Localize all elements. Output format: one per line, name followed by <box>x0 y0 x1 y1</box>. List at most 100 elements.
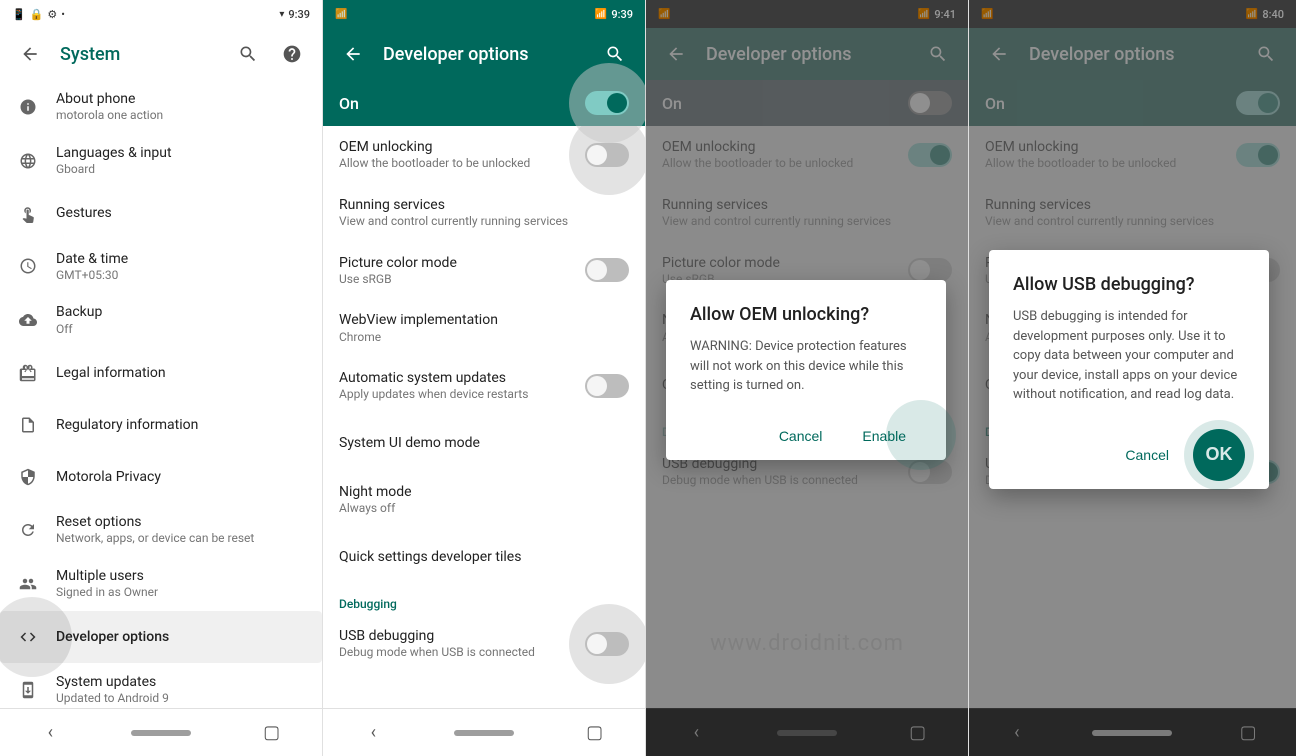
auto-updates-item[interactable]: Automatic system updates Apply updates w… <box>323 357 645 415</box>
usb-dialog-body: USB debugging is intended for developmen… <box>1013 307 1245 405</box>
panel-system-settings: 📱 🔒 ⚙ • ▾ 9:39 System <box>0 0 323 756</box>
lang-subtitle: Gboard <box>56 162 306 178</box>
status-left-icons: 📱 🔒 ⚙ • <box>12 8 65 21</box>
reg-title: Regulatory information <box>56 416 306 434</box>
night-mode-subtitle: Always off <box>339 501 629 517</box>
picture-color-title: Picture color mode <box>339 254 573 272</box>
oem-cancel-button[interactable]: Cancel <box>763 420 839 452</box>
reset-title: Reset options <box>56 513 306 531</box>
legal-icon <box>16 361 40 385</box>
usb-cancel-button[interactable]: Cancel <box>1109 439 1185 471</box>
menu-users-text: Multiple users Signed in as Owner <box>56 567 306 601</box>
enable-ripple <box>886 400 956 470</box>
back-button-1[interactable] <box>12 36 48 72</box>
status-bar-2: 📶 📶 9:39 <box>323 0 645 28</box>
quick-settings-tiles-item[interactable]: Quick settings developer tiles <box>323 529 645 585</box>
dev-options-list-1: OEM unlocking Allow the bootloader to be… <box>323 126 645 708</box>
oem-unlock-item[interactable]: OEM unlocking Allow the bootloader to be… <box>323 126 645 184</box>
lock-icon: 🔒 <box>30 8 44 21</box>
running-services-subtitle: View and control currently running servi… <box>339 214 629 230</box>
quick-settings-text: Quick settings developer tiles <box>339 548 629 566</box>
menu-reset[interactable]: Reset options Network, apps, or device c… <box>0 503 322 557</box>
home-pill-1[interactable] <box>131 730 191 736</box>
privacy-title: Motorola Privacy <box>56 468 306 486</box>
oem-dialog[interactable]: Allow OEM unlocking? WARNING: Device pro… <box>666 280 946 460</box>
updates-title: System updates <box>56 673 306 691</box>
oem-unlock-text: OEM unlocking Allow the bootloader to be… <box>339 138 573 172</box>
system-title: System <box>60 44 218 65</box>
panel-developer-options-1: 📶 📶 9:39 Developer options On OEM unlock… <box>323 0 646 756</box>
status-right-2: 📶 9:39 <box>595 8 633 21</box>
menu-gestures-text: Gestures <box>56 204 306 222</box>
menu-gestures[interactable]: Gestures <box>0 188 322 240</box>
usb-dialog[interactable]: Allow USB debugging? USB debugging is in… <box>989 250 1269 489</box>
oem-toggle[interactable] <box>585 143 629 167</box>
system-ui-demo-item[interactable]: System UI demo mode <box>323 415 645 471</box>
dt-subtitle: GMT+05:30 <box>56 268 306 284</box>
dev-options-icon <box>16 625 40 649</box>
auto-updates-title: Automatic system updates <box>339 369 573 387</box>
updates-subtitle: Updated to Android 9 <box>56 691 306 707</box>
help-button[interactable] <box>274 36 310 72</box>
night-mode-item[interactable]: Night mode Always off <box>323 471 645 529</box>
menu-about-phone[interactable]: About phone motorola one action <box>0 80 322 134</box>
usb-dialog-actions: Cancel OK <box>1013 421 1245 481</box>
gestures-title: Gestures <box>56 204 306 222</box>
dot-icon: • <box>61 8 65 21</box>
backup-subtitle: Off <box>56 322 306 338</box>
picture-color-text: Picture color mode Use sRGB <box>339 254 573 288</box>
usb-debugging-item-1[interactable]: USB debugging Debug mode when USB is con… <box>323 615 645 673</box>
users-title: Multiple users <box>56 567 306 585</box>
panel-developer-options-2: 📶 📶 9:41 Developer options On OEM unlock… <box>646 0 969 756</box>
menu-privacy-text: Motorola Privacy <box>56 468 306 486</box>
webview-text: WebView implementation Chrome <box>339 311 629 345</box>
app-bar-system: System <box>0 28 322 80</box>
quick-settings-title: Quick settings developer tiles <box>339 548 629 566</box>
usb-debug-text-1: USB debugging Debug mode when USB is con… <box>339 627 573 661</box>
menu-backup[interactable]: Backup Off <box>0 293 322 347</box>
notification-icon: 📱 <box>12 8 26 21</box>
home-pill-2[interactable] <box>454 730 514 736</box>
webview-subtitle: Chrome <box>339 330 629 346</box>
usb-debug-toggle-1[interactable] <box>585 632 629 656</box>
picture-color-toggle[interactable] <box>585 258 629 282</box>
on-row-1[interactable]: On <box>323 80 645 126</box>
back-button-2[interactable] <box>335 36 371 72</box>
auto-updates-toggle[interactable] <box>585 374 629 398</box>
auto-updates-text: Automatic system updates Apply updates w… <box>339 369 573 403</box>
menu-legal[interactable]: Legal information <box>0 347 322 399</box>
menu-developer-options[interactable]: Developer options <box>0 611 322 663</box>
gestures-icon <box>16 202 40 226</box>
status-bar-1: 📱 🔒 ⚙ • ▾ 9:39 <box>0 0 322 28</box>
picture-color-item[interactable]: Picture color mode Use sRGB <box>323 242 645 300</box>
running-services-text: Running services View and control curren… <box>339 196 629 230</box>
on-toggle-1[interactable] <box>585 91 629 115</box>
night-mode-title: Night mode <box>339 483 629 501</box>
usb-debug-title-1: USB debugging <box>339 627 573 645</box>
datetime-icon <box>16 254 40 278</box>
recents-nav-2[interactable]: ▢ <box>575 713 615 753</box>
menu-reset-text: Reset options Network, apps, or device c… <box>56 513 306 547</box>
usb-dialog-title: Allow USB debugging? <box>1013 274 1245 295</box>
oem-unlock-title: OEM unlocking <box>339 138 573 156</box>
menu-regulatory[interactable]: Regulatory information <box>0 399 322 451</box>
menu-reg-text: Regulatory information <box>56 416 306 434</box>
about-icon <box>16 95 40 119</box>
users-subtitle: Signed in as Owner <box>56 585 306 601</box>
recents-nav-1[interactable]: ▢ <box>252 713 292 753</box>
dev-options-title-1: Developer options <box>383 44 585 65</box>
webview-item[interactable]: WebView implementation Chrome <box>323 299 645 357</box>
running-services-title: Running services <box>339 196 629 214</box>
on-label-1: On <box>339 94 573 113</box>
menu-privacy[interactable]: Motorola Privacy <box>0 451 322 503</box>
oem-unlock-subtitle: Allow the bootloader to be unlocked <box>339 156 573 172</box>
back-nav-1[interactable]: ‹ <box>30 713 70 753</box>
status-right-icons: ▾ 9:39 <box>279 8 310 21</box>
time-1: 9:39 <box>288 8 310 21</box>
search-button-1[interactable] <box>230 36 266 72</box>
menu-languages[interactable]: Languages & input Gboard <box>0 134 322 188</box>
night-mode-text: Night mode Always off <box>339 483 629 517</box>
wifi-icon: ▾ <box>279 9 284 20</box>
back-nav-2[interactable]: ‹ <box>353 713 393 753</box>
menu-date-time[interactable]: Date & time GMT+05:30 <box>0 240 322 294</box>
